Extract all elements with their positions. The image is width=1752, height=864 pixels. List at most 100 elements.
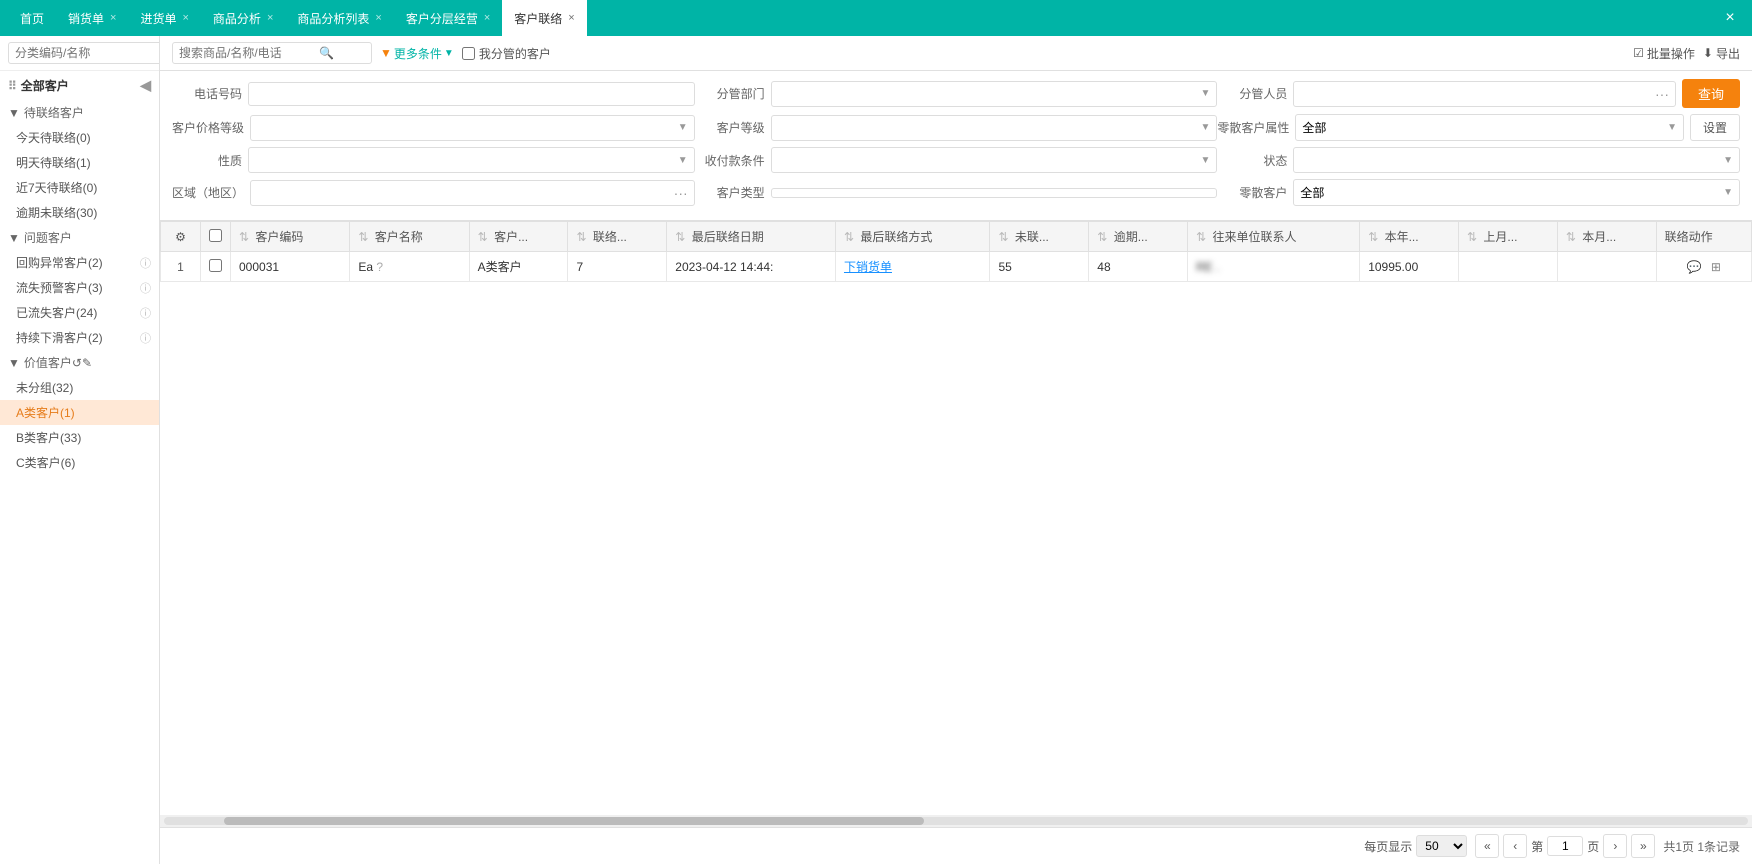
filter-payment-select[interactable]: ▼	[771, 147, 1218, 173]
export-button[interactable]: ⬇ 导出	[1703, 45, 1740, 62]
row-checkbox[interactable]	[209, 259, 222, 272]
nav-product-analysis[interactable]: 商品分析 ×	[201, 0, 285, 36]
filter-retail-attr-select[interactable]: 全部 ▼	[1295, 114, 1684, 141]
sidebar-item-declining[interactable]: 持续下滑客户(2) ⓘ	[0, 325, 159, 350]
th-overdue[interactable]: ⇅ 逾期...	[1089, 222, 1188, 252]
nav-customer-segment[interactable]: 客户分层经营 ×	[394, 0, 502, 36]
content-area: 🔍 ▼ 更多条件 ▼ 我分管的客户 ☑ 批量操作	[160, 36, 1752, 864]
filter-search-box[interactable]: 🔍	[172, 42, 372, 64]
nav-customer-contact-close[interactable]: ×	[568, 12, 574, 24]
th-code[interactable]: ⇅ 客户编码	[231, 222, 350, 252]
settings-button[interactable]: 设置	[1690, 114, 1740, 141]
filter-customer-type-input[interactable]	[771, 188, 1218, 198]
filter-price-level: 客户价格等级 ▼	[172, 115, 695, 141]
filter-customer-level-select[interactable]: ▼	[771, 115, 1218, 141]
sidebar-item-7days[interactable]: 近7天待联络(0)	[0, 175, 159, 200]
sidebar-group-problem[interactable]: ▼ 问题客户	[0, 225, 159, 250]
retail-down-arrow: ▼	[1723, 187, 1733, 198]
last-contact-link[interactable]: 下销货单	[844, 260, 892, 274]
cell-unit-contact: RE .	[1188, 252, 1360, 282]
nav-product-analysis-close[interactable]: ×	[267, 12, 273, 24]
th-last-month[interactable]: ⇅ 上月...	[1459, 222, 1558, 252]
filter-retail-select[interactable]: 全部 ▼	[1293, 179, 1740, 206]
filter-region-dots[interactable]: ···	[250, 180, 695, 206]
th-name[interactable]: ⇅ 客户名称	[350, 222, 469, 252]
sidebar-group-pending[interactable]: ▼ 待联络客户	[0, 100, 159, 125]
query-button[interactable]: 查询	[1682, 79, 1740, 108]
th-no-contact[interactable]: ⇅ 未联...	[990, 222, 1089, 252]
gear-icon[interactable]: ⚙	[175, 230, 186, 244]
th-this-year[interactable]: ⇅ 本年...	[1360, 222, 1459, 252]
value-edit-icon[interactable]: ✎	[82, 356, 92, 370]
cell-checkbox[interactable]	[201, 252, 231, 282]
th-gear[interactable]: ⚙	[161, 222, 201, 252]
cell-contacts: 7	[568, 252, 667, 282]
sidebar-item-tomorrow[interactable]: 明天待联络(1)	[0, 150, 159, 175]
customer-type-sort-icon: ⇅	[478, 230, 488, 244]
next-page-button[interactable]: ›	[1603, 834, 1627, 858]
th-customer-type[interactable]: ⇅ 客户...	[469, 222, 568, 252]
grid-action-icon[interactable]: ⊞	[1711, 260, 1721, 274]
nav-customer-segment-close[interactable]: ×	[484, 12, 490, 24]
sidebar-collapse-icon[interactable]: ◀	[140, 77, 151, 94]
filter-price-level-select[interactable]: ▼	[250, 115, 695, 141]
value-refresh-icon[interactable]: ↺	[72, 356, 82, 370]
sidebar-item-churn-warning[interactable]: 流失预警客户(3) ⓘ	[0, 275, 159, 300]
nav-product-analysis-list[interactable]: 商品分析列表 ×	[285, 0, 393, 36]
nav-sales-close[interactable]: ×	[110, 12, 116, 24]
my-customers-checkbox[interactable]	[462, 47, 475, 60]
first-page-button[interactable]: «	[1475, 834, 1499, 858]
unit-contact-blurred: RE .	[1196, 260, 1219, 274]
filter-more-conditions[interactable]: ▼ 更多条件 ▼	[380, 45, 454, 62]
nav-home[interactable]: 首页	[8, 0, 56, 36]
action-buttons: ☑ 批量操作 ⬇ 导出	[1633, 45, 1740, 62]
filter-retail-attr-label: 零散客户属性	[1217, 119, 1289, 136]
sidebar-item-repurchase-abnormal[interactable]: 回购异常客户(2) ⓘ	[0, 250, 159, 275]
sidebar-item-c-class[interactable]: C类客户(6)	[0, 450, 159, 475]
nav-purchase-close[interactable]: ×	[182, 12, 188, 24]
nav-sales[interactable]: 销货单 ×	[56, 0, 128, 36]
th-this-month[interactable]: ⇅ 本月...	[1557, 222, 1656, 252]
nav-product-analysis-list-close[interactable]: ×	[375, 12, 381, 24]
window-close-button[interactable]: ×	[1716, 4, 1744, 32]
th-checkbox[interactable]	[201, 222, 231, 252]
sidebar-all-customers[interactable]: ⠿ 全部客户 ◀	[0, 71, 159, 100]
page-number-input[interactable]	[1547, 836, 1583, 856]
sidebar-item-overdue[interactable]: 逾期未联络(30)	[0, 200, 159, 225]
nav-purchase[interactable]: 进货单 ×	[128, 0, 200, 36]
chat-action-icon[interactable]: 💬	[1687, 260, 1702, 274]
nav-customer-contact[interactable]: 客户联络 ×	[502, 0, 586, 36]
table-row: 1 000031 Ea ? A类客户 7 2023-04-12 14:	[161, 252, 1752, 282]
sidebar-item-today[interactable]: 今天待联络(0)	[0, 125, 159, 150]
batch-op-button[interactable]: ☑ 批量操作	[1633, 45, 1695, 62]
horizontal-scrollbar[interactable]	[160, 815, 1752, 827]
filter-search-icon[interactable]: 🔍	[319, 46, 334, 60]
sidebar-item-a-class[interactable]: A类客户(1)	[0, 400, 159, 425]
filter-nature-select[interactable]: ▼	[248, 147, 695, 173]
select-all-checkbox[interactable]	[209, 229, 222, 242]
th-contacts[interactable]: ⇅ 联络...	[568, 222, 667, 252]
pagination-bar: 每页显示 50 100 200 « ‹ 第 页 ›	[160, 827, 1752, 864]
th-unit-contact[interactable]: ⇅ 往来单位联系人	[1188, 222, 1360, 252]
filter-retail: 零散客户 全部 ▼	[1217, 179, 1740, 206]
filter-more-down-arrow: ▼	[444, 48, 454, 59]
th-last-contact-method[interactable]: ⇅ 最后联络方式	[835, 222, 990, 252]
sidebar-item-churned[interactable]: 已流失客户(24) ⓘ	[0, 300, 159, 325]
sidebar-item-ungroup[interactable]: 未分组(32)	[0, 375, 159, 400]
prev-page-button[interactable]: ‹	[1503, 834, 1527, 858]
sidebar-search-input[interactable]	[8, 42, 160, 64]
last-page-button[interactable]: »	[1631, 834, 1655, 858]
th-last-contact-date[interactable]: ⇅ 最后联络日期	[667, 222, 836, 252]
per-page-select[interactable]: 50 100 200	[1416, 835, 1467, 857]
filter-dept-select[interactable]: ▼	[771, 81, 1218, 107]
filter-status-select[interactable]: ▼	[1293, 147, 1740, 173]
total-info: 共1页 1条记录	[1663, 838, 1740, 855]
filter-dept-label: 分管部门	[695, 85, 765, 102]
sidebar-item-b-class[interactable]: B类客户(33)	[0, 425, 159, 450]
scroll-thumb[interactable]	[224, 817, 924, 825]
filter-search-input[interactable]	[179, 46, 319, 60]
pending-triangle-icon: ▼	[8, 106, 20, 120]
cell-last-contact-method[interactable]: 下销货单	[835, 252, 990, 282]
filter-phone-input[interactable]	[248, 82, 695, 106]
filter-person-dots[interactable]: ···	[1293, 81, 1676, 107]
